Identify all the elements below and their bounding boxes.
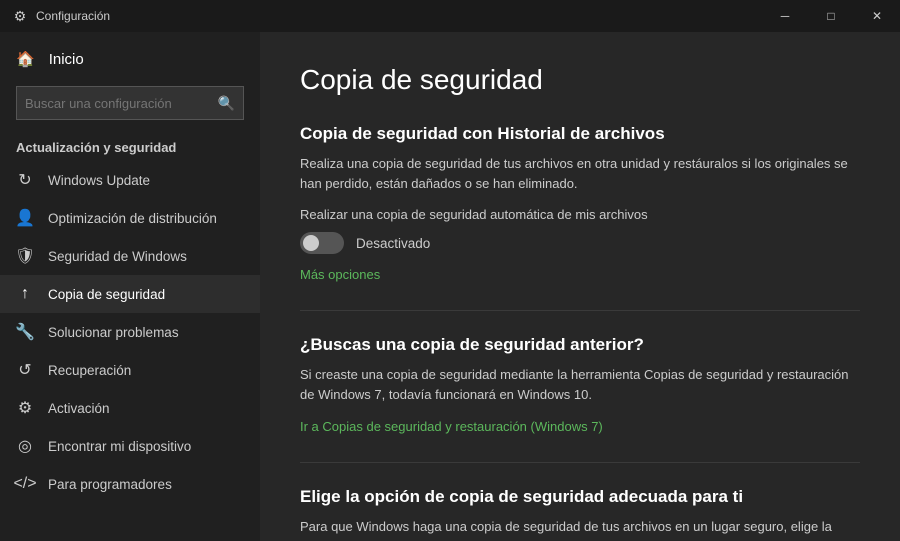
titlebar: ⚙ Configuración ─ □ ✕ xyxy=(0,0,900,32)
backup-toggle[interactable] xyxy=(300,232,344,254)
section2-desc: Si creaste una copia de seguridad median… xyxy=(300,365,860,404)
sidebar-item-label: Recuperación xyxy=(48,363,131,378)
section1-title: Copia de seguridad con Historial de arch… xyxy=(300,124,860,144)
seguridad-icon: 🛡 xyxy=(16,247,34,265)
section3-title: Elige la opción de copia de seguridad ad… xyxy=(300,487,860,507)
sidebar-item-solucionar[interactable]: 🔧 Solucionar problemas xyxy=(0,313,260,351)
sidebar-item-label: Seguridad de Windows xyxy=(48,249,187,264)
sidebar-item-label: Para programadores xyxy=(48,477,172,492)
minimize-button[interactable]: ─ xyxy=(762,0,808,32)
toggle-label: Desactivado xyxy=(356,236,430,251)
solucionar-icon: 🔧 xyxy=(16,323,34,341)
section1-desc: Realiza una copia de seguridad de tus ar… xyxy=(300,154,860,193)
home-label: Inicio xyxy=(49,51,84,68)
encontrar-icon: ◎ xyxy=(16,437,34,455)
sidebar-item-recuperacion[interactable]: ↺ Recuperación xyxy=(0,351,260,389)
app-icon: ⚙ xyxy=(12,8,28,24)
sidebar-item-activacion[interactable]: ⚙ Activación xyxy=(0,389,260,427)
sidebar-item-label: Solucionar problemas xyxy=(48,325,179,340)
home-icon: 🏠 xyxy=(16,50,35,68)
sidebar-item-label: Copia de seguridad xyxy=(48,287,165,302)
copia-icon: ↑ xyxy=(16,285,34,303)
section3-desc: Para que Windows haga una copia de segur… xyxy=(300,517,860,541)
windows-update-icon: ↻ xyxy=(16,171,34,189)
sidebar-item-label: Encontrar mi dispositivo xyxy=(48,439,191,454)
search-box[interactable]: 🔍 xyxy=(16,86,244,120)
sidebar-item-label: Optimización de distribución xyxy=(48,211,217,226)
page-title: Copia de seguridad xyxy=(300,64,860,96)
goto-win7-link[interactable]: Ir a Copias de seguridad y restauración … xyxy=(300,419,603,434)
close-button[interactable]: ✕ xyxy=(854,0,900,32)
sidebar-item-distribucion[interactable]: 👤 Optimización de distribución xyxy=(0,199,260,237)
sidebar-item-label: Activación xyxy=(48,401,110,416)
divider2 xyxy=(300,462,860,463)
activacion-icon: ⚙ xyxy=(16,399,34,417)
sidebar-item-label: Windows Update xyxy=(48,173,150,188)
sidebar-item-home[interactable]: 🏠 Inicio xyxy=(0,40,260,78)
sidebar-item-programadores[interactable]: </> Para programadores xyxy=(0,465,260,503)
sidebar-section-header: Actualización y seguridad xyxy=(0,128,260,161)
app-body: 🏠 Inicio 🔍 Actualización y seguridad ↻ W… xyxy=(0,32,900,541)
titlebar-controls: ─ □ ✕ xyxy=(762,0,900,32)
section-historial: Copia de seguridad con Historial de arch… xyxy=(300,124,860,310)
distribucion-icon: 👤 xyxy=(16,209,34,227)
programadores-icon: </> xyxy=(16,475,34,493)
maximize-button[interactable]: □ xyxy=(808,0,854,32)
titlebar-left: ⚙ Configuración xyxy=(12,8,110,24)
sidebar-item-seguridad[interactable]: 🛡 Seguridad de Windows xyxy=(0,237,260,275)
search-input[interactable] xyxy=(25,96,218,111)
sidebar-item-windows-update[interactable]: ↻ Windows Update xyxy=(0,161,260,199)
main-content: Copia de seguridad Copia de seguridad co… xyxy=(260,32,900,541)
search-icon[interactable]: 🔍 xyxy=(218,95,235,112)
app-title: Configuración xyxy=(36,9,110,23)
toggle-knob xyxy=(303,235,319,251)
sidebar-item-encontrar[interactable]: ◎ Encontrar mi dispositivo xyxy=(0,427,260,465)
more-options-link[interactable]: Más opciones xyxy=(300,267,380,282)
sidebar-item-copia[interactable]: ↑ Copia de seguridad xyxy=(0,275,260,313)
section1-setting-label: Realizar una copia de seguridad automáti… xyxy=(300,207,860,222)
sidebar: 🏠 Inicio 🔍 Actualización y seguridad ↻ W… xyxy=(0,32,260,541)
section2-title: ¿Buscas una copia de seguridad anterior? xyxy=(300,335,860,355)
divider1 xyxy=(300,310,860,311)
recuperacion-icon: ↺ xyxy=(16,361,34,379)
section-opcion: Elige la opción de copia de seguridad ad… xyxy=(300,487,860,541)
section-anterior: ¿Buscas una copia de seguridad anterior?… xyxy=(300,335,860,462)
toggle-row: Desactivado xyxy=(300,232,860,254)
